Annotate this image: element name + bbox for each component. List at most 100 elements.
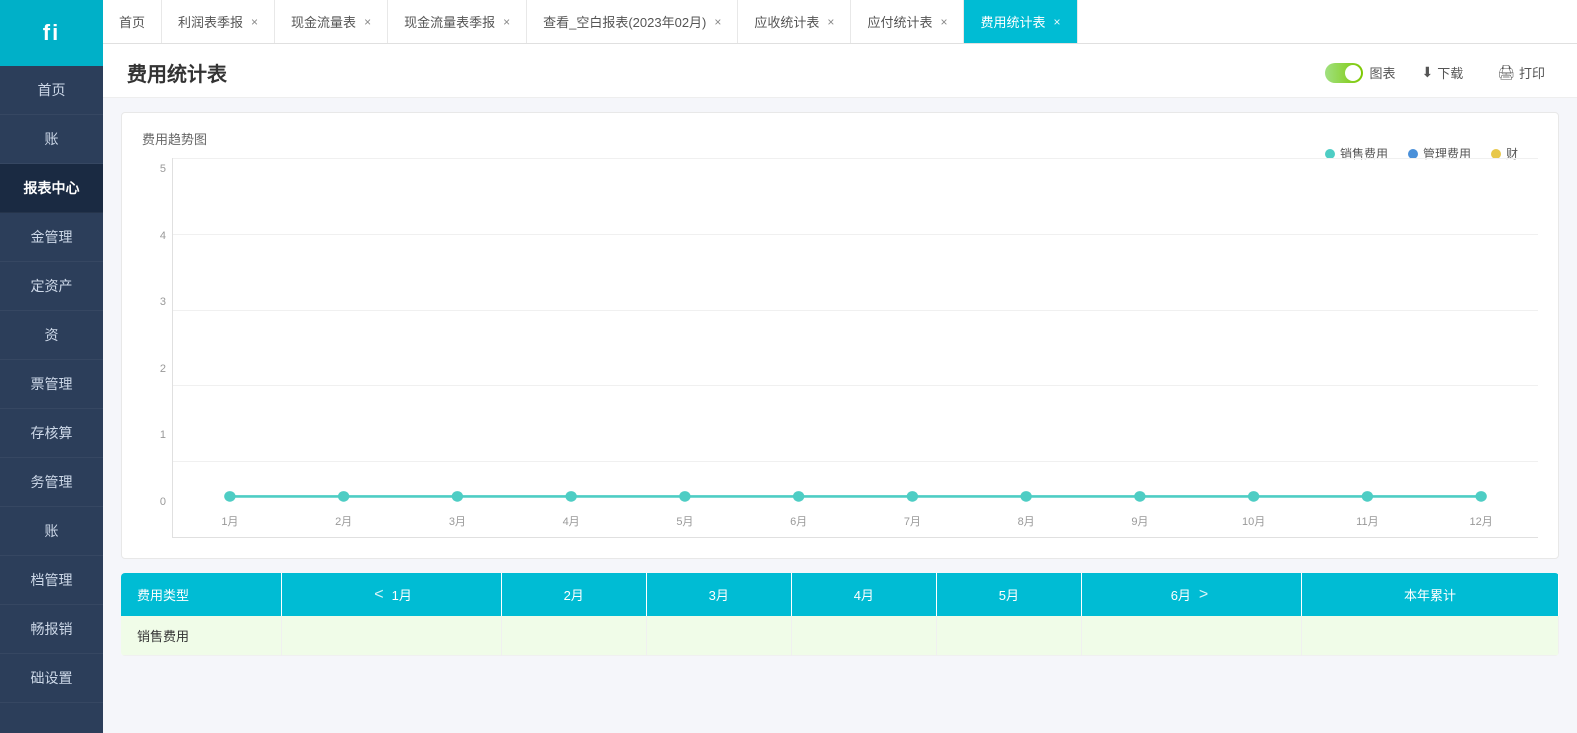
page-content: 费用统计表 图表 ⬇ 下载 🖨 打印 [103,44,1577,733]
table-row: 销售费用 [121,616,1559,656]
sidebar-item-assets[interactable]: 定资产 [0,262,103,311]
sidebar-logo: fi [0,0,103,66]
chart-point-10 [1248,491,1259,502]
chart-point-6 [793,491,804,502]
chart-point-1 [224,491,235,502]
print-icon: 🖨 [1497,64,1515,81]
tab-close-cashflow-quarterly[interactable]: × [503,15,510,29]
x-label-1: 1月 [173,507,287,537]
print-button[interactable]: 🖨 打印 [1489,59,1553,86]
col-type: 费用类型 [121,573,281,616]
row-val-4 [791,616,936,656]
col-month-2: 2月 [501,573,646,616]
x-label-11: 11月 [1311,507,1425,537]
next-month-button[interactable]: > [1195,586,1212,604]
page-title: 费用统计表 [127,58,227,87]
chart-container: 0 1 2 3 4 5 [142,158,1538,538]
x-label-12: 12月 [1424,507,1538,537]
tab-receivable[interactable]: 应收统计表 × [738,0,851,44]
sidebar: fi 首页 账 报表中心 金管理 定资产 资 票管理 存核算 务管理 账 档管理… [0,0,103,733]
legend-dot-sales [1325,149,1335,159]
toggle-label: 图表 [1369,63,1395,82]
chart-point-11 [1362,491,1373,502]
tab-profit[interactable]: 利润表季报 × [162,0,275,44]
tab-close-profit[interactable]: × [251,15,258,29]
main-area: 首页 利润表季报 × 现金流量表 × 现金流量表季报 × 查看_空白报表(202… [103,0,1577,733]
col-total: 本年累计 [1302,573,1559,616]
chart-point-3 [452,491,463,502]
y-label-5: 5 [142,163,172,175]
chart-point-8 [1020,491,1031,502]
x-label-5: 5月 [628,507,742,537]
row-val-1 [281,616,501,656]
header-actions: 图表 ⬇ 下载 🖨 打印 [1325,59,1553,86]
y-label-4: 4 [142,230,172,242]
y-label-3: 3 [142,296,172,308]
chart-point-4 [565,491,576,502]
chart-point-7 [907,491,918,502]
col-nav-prev[interactable]: < 1月 [281,573,501,616]
sidebar-item-capital[interactable]: 金管理 [0,213,103,262]
row-total [1302,616,1559,656]
sidebar-item-billing[interactable]: 账 [0,507,103,556]
x-label-8: 8月 [969,507,1083,537]
sidebar-item-tickets[interactable]: 票管理 [0,360,103,409]
sidebar-item-returns[interactable]: 畅报销 [0,605,103,654]
tab-payable[interactable]: 应付统计表 × [851,0,964,44]
toggle-thumb [1345,65,1361,81]
sidebar-item-accounts[interactable]: 账 [0,115,103,164]
table-section: 费用类型 < 1月 2月 3月 [121,573,1559,656]
y-label-1: 1 [142,429,172,441]
x-label-4: 4月 [514,507,628,537]
tab-cashflow-quarterly[interactable]: 现金流量表季报 × [388,0,527,44]
x-label-10: 10月 [1197,507,1311,537]
tab-close-payable[interactable]: × [940,15,947,29]
col-nav-next[interactable]: 6月 > [1081,573,1301,616]
chart-point-12 [1475,491,1486,502]
row-val-2 [501,616,646,656]
sidebar-item-inventory[interactable]: 存核算 [0,409,103,458]
x-label-3: 3月 [401,507,515,537]
expense-table: 费用类型 < 1月 2月 3月 [121,573,1559,656]
sidebar-item-resources[interactable]: 资 [0,311,103,360]
sidebar-item-services[interactable]: 务管理 [0,458,103,507]
tab-close-expense[interactable]: × [1053,15,1060,29]
sidebar-item-reports[interactable]: 报表中心 [0,164,103,213]
x-axis: 1月 2月 3月 4月 5月 6月 7月 8月 9月 10月 11月 12月 [173,507,1538,537]
chart-point-2 [338,491,349,502]
tab-close-cashflow[interactable]: × [364,15,371,29]
x-label-7: 7月 [856,507,970,537]
prev-month-button[interactable]: < [370,586,387,604]
tab-bar: 首页 利润表季报 × 现金流量表 × 现金流量表季报 × 查看_空白报表(202… [103,0,1577,44]
y-label-0: 0 [142,496,172,508]
download-icon: ⬇ [1421,64,1433,81]
download-button[interactable]: ⬇ 下载 [1413,59,1471,86]
tab-close-receivable[interactable]: × [827,15,834,29]
row-val-5 [936,616,1081,656]
tab-expense[interactable]: 费用统计表 × [964,0,1077,44]
chart-area: 1月 2月 3月 4月 5月 6月 7月 8月 9月 10月 11月 12月 [172,158,1538,538]
tab-cashflow[interactable]: 现金流量表 × [275,0,388,44]
tab-close-blank-report[interactable]: × [714,15,721,29]
legend-dot-admin [1408,149,1418,159]
sidebar-item-settings[interactable]: 础设置 [0,654,103,703]
chart-toggle[interactable]: 图表 [1325,63,1395,83]
tab-blank-report[interactable]: 查看_空白报表(2023年02月) × [527,0,738,44]
toggle-track[interactable] [1325,63,1363,83]
page-header: 费用统计表 图表 ⬇ 下载 🖨 打印 [103,44,1577,98]
tab-home[interactable]: 首页 [103,0,162,44]
sidebar-item-home[interactable]: 首页 [0,66,103,115]
col-month-5: 5月 [936,573,1081,616]
row-val-6 [1081,616,1301,656]
row-val-3 [646,616,791,656]
col-month-4: 4月 [791,573,936,616]
x-label-9: 9月 [1083,507,1197,537]
y-axis: 0 1 2 3 4 5 [142,158,172,538]
x-label-6: 6月 [742,507,856,537]
legend-dot-finance [1491,149,1501,159]
chart-point-5 [679,491,690,502]
sidebar-item-archives[interactable]: 档管理 [0,556,103,605]
y-label-2: 2 [142,363,172,375]
x-label-2: 2月 [287,507,401,537]
chart-svg [173,158,1538,507]
